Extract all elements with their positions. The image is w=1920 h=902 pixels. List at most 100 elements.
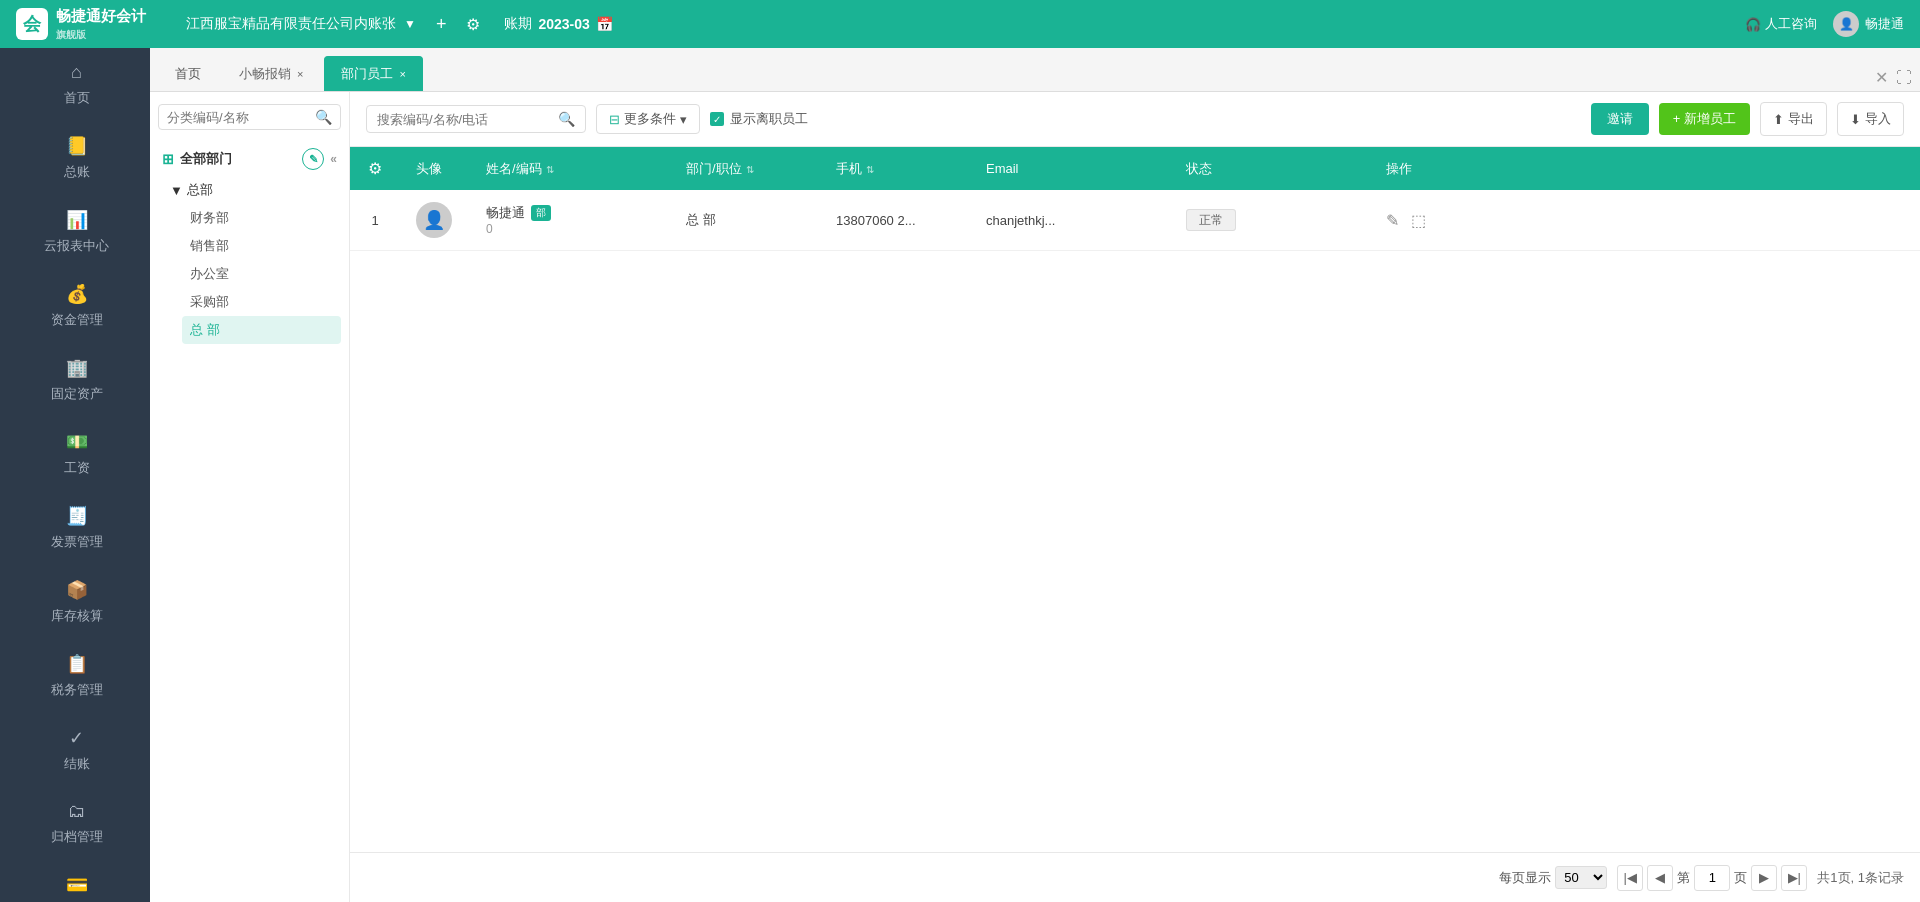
tab-home[interactable]: 首页 [158,56,218,91]
sidebar-item-archive[interactable]: 🗂 归档管理 [0,787,150,860]
sidebar-item-close[interactable]: ✓ 结账 [0,713,150,787]
dept-node-office[interactable]: 办公室 [182,260,341,288]
col-settings[interactable]: ⚙ [350,147,400,190]
all-departments-item[interactable]: ⊞ 全部部门 ✎ « [158,142,341,176]
salary-icon: 💵 [66,431,88,453]
logout-employee-icon[interactable]: ⬚ [1411,211,1426,230]
more-filters-button[interactable]: ⊟ 更多条件 ▾ [596,104,700,134]
show-resigned-checkbox[interactable]: ✓ [710,112,724,126]
page-first-button[interactable]: |◀ [1617,865,1643,891]
user-menu[interactable]: 👤 畅捷通 [1833,11,1904,37]
content-area: 首页 小畅报销 × 部门员工 × ✕ ⛶ 🔍 [150,48,1920,902]
dept-search-input[interactable] [167,110,315,125]
dept-node-sales[interactable]: 销售部 [182,232,341,260]
expand-icon: ▼ [170,183,183,198]
employee-table-container: ⚙ 头像 姓名/编码⇅ 部门/职位⇅ 手机⇅ [350,147,1920,852]
cell-index: 1 [350,190,400,251]
tab-expense[interactable]: 小畅报销 × [222,56,320,91]
sidebar-item-tax[interactable]: 📋 税务管理 [0,639,150,713]
col-status: 状态 [1170,147,1370,190]
sidebar-item-salary[interactable]: 💵 工资 [0,417,150,491]
page-prev-button[interactable]: ◀ [1647,865,1673,891]
window-close-icon[interactable]: ✕ [1875,68,1888,87]
col-dept-position[interactable]: 部门/职位⇅ [670,147,820,190]
headset-icon: 🎧 [1745,17,1761,32]
cell-name-code: 畅捷通 部 0 [470,190,670,251]
sidebar-item-inventory[interactable]: 📦 库存核算 [0,565,150,639]
sidebar-item-assets[interactable]: 🏢 固定资产 [0,343,150,417]
dept-parent-general[interactable]: ▼ 总部 [166,176,341,204]
cell-phone: 13807060 2... [820,190,970,251]
employees-toolbar: 🔍 ⊟ 更多条件 ▾ ✓ 显示离职员工 邀请 + 新增员工 [350,92,1920,147]
funds-icon: 💰 [66,283,88,305]
col-avatar: 头像 [400,147,470,190]
pagination-bar: 每页显示 50 20 100 |◀ ◀ 第 页 ▶ [350,852,1920,902]
sidebar-item-home[interactable]: ⌂ 首页 [0,48,150,121]
sidebar-item-expense[interactable]: 💳 小畅报销 [0,860,150,902]
sidebar-item-label: 库存核算 [51,607,103,625]
sidebar-item-funds[interactable]: 💰 资金管理 [0,269,150,343]
tab-expense-close-icon[interactable]: × [297,68,303,80]
cell-email: chanjethkj... [970,190,1170,251]
tab-department[interactable]: 部门员工 × [324,56,422,91]
period-label: 账期 2023-03 📅 [504,15,612,33]
employee-code: 0 [486,222,654,236]
page-content: 🔍 ⊞ 全部部门 ✎ « ▼ 总部 财务部 销售部 办公室 [150,92,1920,902]
employee-dept-badge: 部 [531,205,551,221]
sidebar-item-label: 工资 [64,459,90,477]
dept-collapse-icon[interactable]: « [330,152,337,166]
cell-avatar: 👤 [400,190,470,251]
col-name-code[interactable]: 姓名/编码⇅ [470,147,670,190]
column-settings-icon[interactable]: ⚙ [368,160,382,177]
department-panel: 🔍 ⊞ 全部部门 ✎ « ▼ 总部 财务部 销售部 办公室 [150,92,350,902]
col-phone[interactable]: 手机⇅ [820,147,970,190]
filter-icon: ⊟ [609,112,620,127]
company-name: 江西服宝精品有限责任公司内账张 [186,15,396,33]
page-next-button[interactable]: ▶ [1751,865,1777,891]
sidebar-item-reports[interactable]: 📊 云报表中心 [0,195,150,269]
page-number-input[interactable] [1694,865,1730,891]
tab-department-close-icon[interactable]: × [399,68,405,80]
edit-employee-icon[interactable]: ✎ [1386,211,1399,230]
tab-home-label: 首页 [175,65,201,83]
dept-search-box[interactable]: 🔍 [158,104,341,130]
company-dropdown-icon[interactable]: ▼ [404,17,416,31]
employees-panel: 🔍 ⊟ 更多条件 ▾ ✓ 显示离职员工 邀请 + 新增员工 [350,92,1920,902]
dept-search-icon: 🔍 [315,109,332,125]
employee-phone: 13807060 2... [836,213,916,228]
dept-edit-button[interactable]: ✎ [302,148,324,170]
archive-icon: 🗂 [68,801,86,822]
dept-node-purchase[interactable]: 采购部 [182,288,341,316]
home-icon: ⌂ [71,62,82,83]
per-page-select[interactable]: 50 20 100 [1555,866,1607,889]
page-size-selector[interactable]: 每页显示 50 20 100 [1499,866,1607,889]
employee-search-box[interactable]: 🔍 [366,105,586,133]
sidebar-item-ledger[interactable]: 📒 总账 [0,121,150,195]
company-selector[interactable]: 江西服宝精品有限责任公司内账张 ▼ + ⚙ 账期 2023-03 📅 [166,14,1745,35]
import-button[interactable]: ⬇ 导入 [1837,102,1904,136]
employee-name: 畅捷通 [486,204,525,222]
window-maximize-icon[interactable]: ⛶ [1896,69,1912,87]
topbar-right: 🎧 人工咨询 👤 畅捷通 [1745,11,1904,37]
tab-expense-label: 小畅报销 [239,65,291,83]
add-account-icon[interactable]: + [436,14,447,35]
sidebar-item-invoice[interactable]: 🧾 发票管理 [0,491,150,565]
topbar-settings-icon[interactable]: ⚙ [466,15,480,34]
tabs-bar: 首页 小畅报销 × 部门员工 × ✕ ⛶ [150,48,1920,92]
per-page-label: 每页显示 [1499,869,1551,887]
employee-search-input[interactable] [377,112,558,127]
show-resigned-toggle[interactable]: ✓ 显示离职员工 [710,110,808,128]
sidebar-item-label: 云报表中心 [44,237,109,255]
page-last-button[interactable]: ▶| [1781,865,1807,891]
add-employee-button[interactable]: + 新增员工 [1659,103,1750,135]
export-button[interactable]: ⬆ 导出 [1760,102,1827,136]
cell-status: 正常 [1170,190,1370,251]
invite-button[interactable]: 邀请 [1591,103,1649,135]
employee-dept: 总 部 [686,212,716,227]
topbar: 会 畅捷通好会计 旗舰版 江西服宝精品有限责任公司内账张 ▼ + ⚙ 账期 20… [0,0,1920,48]
dept-node-general[interactable]: 总 部 [182,316,341,344]
reports-icon: 📊 [66,209,88,231]
calendar-icon[interactable]: 📅 [596,16,613,32]
dept-node-finance[interactable]: 财务部 [182,204,341,232]
support-button[interactable]: 🎧 人工咨询 [1745,15,1817,33]
